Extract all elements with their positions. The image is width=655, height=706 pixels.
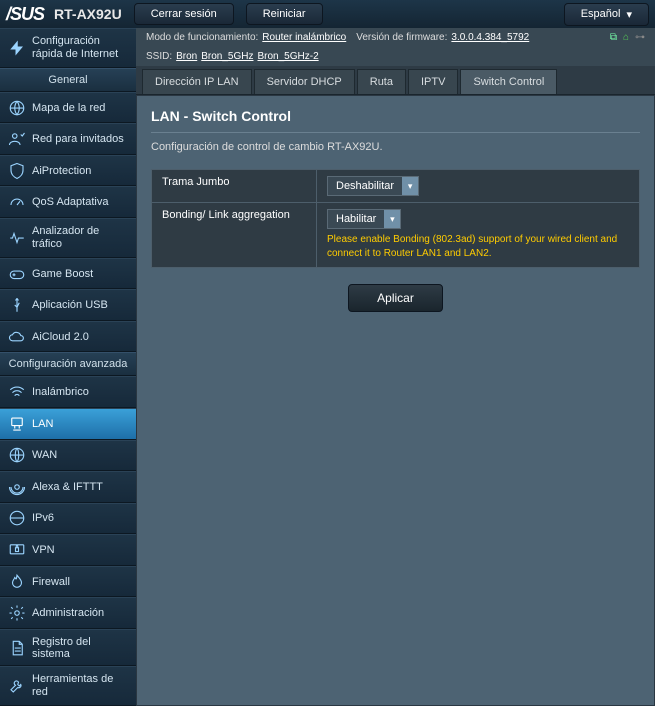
tools-icon	[8, 677, 26, 695]
content-area: LAN - Switch Control Configuración de co…	[136, 95, 655, 706]
reboot-button[interactable]: Reiniciar	[246, 3, 323, 25]
sidebar-item-administration[interactable]: Administración	[0, 597, 136, 629]
chevron-down-icon: ▾	[402, 177, 418, 195]
mode-link[interactable]: Router inalámbrico	[262, 32, 346, 43]
sidebar-item-traffic-analyzer[interactable]: Analizador de tráfico	[0, 218, 136, 258]
sidebar-item-guest-network[interactable]: Red para invitados	[0, 123, 136, 155]
section-title: LAN - Switch Control	[151, 108, 640, 133]
sidebar: Configuración rápida de Internet General…	[0, 28, 136, 706]
language-dropdown[interactable]: Español ▾	[564, 3, 649, 26]
section-desc: Configuración de control de cambio RT-AX…	[151, 141, 640, 153]
sidebar-item-game-boost[interactable]: Game Boost	[0, 258, 136, 290]
tab-iptv[interactable]: IPTV	[408, 69, 458, 94]
logout-button[interactable]: Cerrar sesión	[134, 3, 234, 25]
sidebar-item-aiprotection[interactable]: AiProtection	[0, 155, 136, 187]
sidebar-item-qos[interactable]: QoS Adaptativa	[0, 186, 136, 218]
brand-logo: /SUS	[6, 4, 44, 25]
sidebar-section-advanced: Configuración avanzada	[0, 352, 136, 376]
guest-icon	[8, 130, 26, 148]
tabs: Dirección IP LAN Servidor DHCP Ruta IPTV…	[136, 66, 655, 95]
chevron-down-icon: ▾	[626, 8, 632, 21]
sidebar-item-usb-app[interactable]: Aplicación USB	[0, 289, 136, 321]
sidebar-quick-setup[interactable]: Configuración rápida de Internet	[0, 28, 136, 68]
shield-icon	[8, 162, 26, 180]
bonding-label: Bonding/ Link aggregation	[152, 203, 317, 268]
sidebar-item-wan[interactable]: WAN	[0, 440, 136, 472]
jumbo-frame-dropdown[interactable]: Deshabilitar ▾	[327, 176, 419, 196]
document-icon	[8, 639, 26, 657]
sidebar-item-aicloud[interactable]: AiCloud 2.0	[0, 321, 136, 353]
ssid1-link[interactable]: Bron	[176, 51, 197, 62]
tab-dhcp-server[interactable]: Servidor DHCP	[254, 69, 355, 94]
sidebar-item-network-map[interactable]: Mapa de la red	[0, 92, 136, 124]
sidebar-item-vpn[interactable]: VPN	[0, 534, 136, 566]
sidebar-item-system-log[interactable]: Registro del sistema	[0, 629, 136, 666]
model-label: RT-AX92U	[54, 6, 122, 22]
gamepad-icon	[8, 265, 26, 283]
bonding-dropdown[interactable]: Habilitar ▾	[327, 209, 401, 229]
jumbo-frame-label: Trama Jumbo	[152, 170, 317, 203]
voice-icon	[8, 478, 26, 496]
ssid3-link[interactable]: Bron_5GHz-2	[258, 51, 319, 62]
tab-route[interactable]: Ruta	[357, 69, 406, 94]
usb-status-icon[interactable]: ⊶	[635, 32, 645, 43]
main-panel: Modo de funcionamiento: Router inalámbri…	[136, 28, 655, 706]
apply-button[interactable]: Aplicar	[348, 284, 443, 312]
flame-icon	[8, 573, 26, 591]
gear-icon	[8, 604, 26, 622]
settings-table: Trama Jumbo Deshabilitar ▾ Bonding/ Link…	[151, 169, 640, 268]
firmware-link[interactable]: 3.0.0.4.384_5792	[451, 32, 529, 43]
pulse-icon	[8, 229, 26, 247]
sidebar-item-alexa-ifttt[interactable]: Alexa & IFTTT	[0, 471, 136, 503]
gauge-icon	[8, 193, 26, 211]
sidebar-item-wireless[interactable]: Inalámbrico	[0, 376, 136, 408]
info-mode-row: Modo de funcionamiento: Router inalámbri…	[136, 28, 655, 47]
sidebar-section-general: General	[0, 68, 136, 92]
ssid2-link[interactable]: Bron_5GHz	[201, 51, 253, 62]
sidebar-item-ipv6[interactable]: IPv6	[0, 503, 136, 535]
tab-lan-ip[interactable]: Dirección IP LAN	[142, 69, 252, 94]
globe-icon	[8, 99, 26, 117]
lan-icon	[8, 415, 26, 433]
lightning-icon	[8, 39, 26, 57]
status-icon-2[interactable]: ⌂	[623, 32, 629, 43]
wifi-icon	[8, 383, 26, 401]
topbar: /SUS RT-AX92U Cerrar sesión Reiniciar Es…	[0, 0, 655, 28]
sidebar-item-firewall[interactable]: Firewall	[0, 566, 136, 598]
chevron-down-icon: ▾	[384, 210, 400, 228]
lock-monitor-icon	[8, 541, 26, 559]
usb-icon	[8, 296, 26, 314]
cloud-icon	[8, 328, 26, 346]
sidebar-item-network-tools[interactable]: Herramientas de red	[0, 666, 136, 706]
globe-grid-icon	[8, 446, 26, 464]
status-icon-1[interactable]: ⧉	[610, 32, 617, 43]
sidebar-item-lan[interactable]: LAN	[0, 408, 136, 440]
bonding-hint: Please enable Bonding (802.3ad) support …	[327, 233, 629, 261]
tab-switch-control[interactable]: Switch Control	[460, 69, 557, 94]
globe-icon	[8, 509, 26, 527]
info-ssid-row: SSID: Bron Bron_5GHz Bron_5GHz-2	[136, 47, 655, 66]
